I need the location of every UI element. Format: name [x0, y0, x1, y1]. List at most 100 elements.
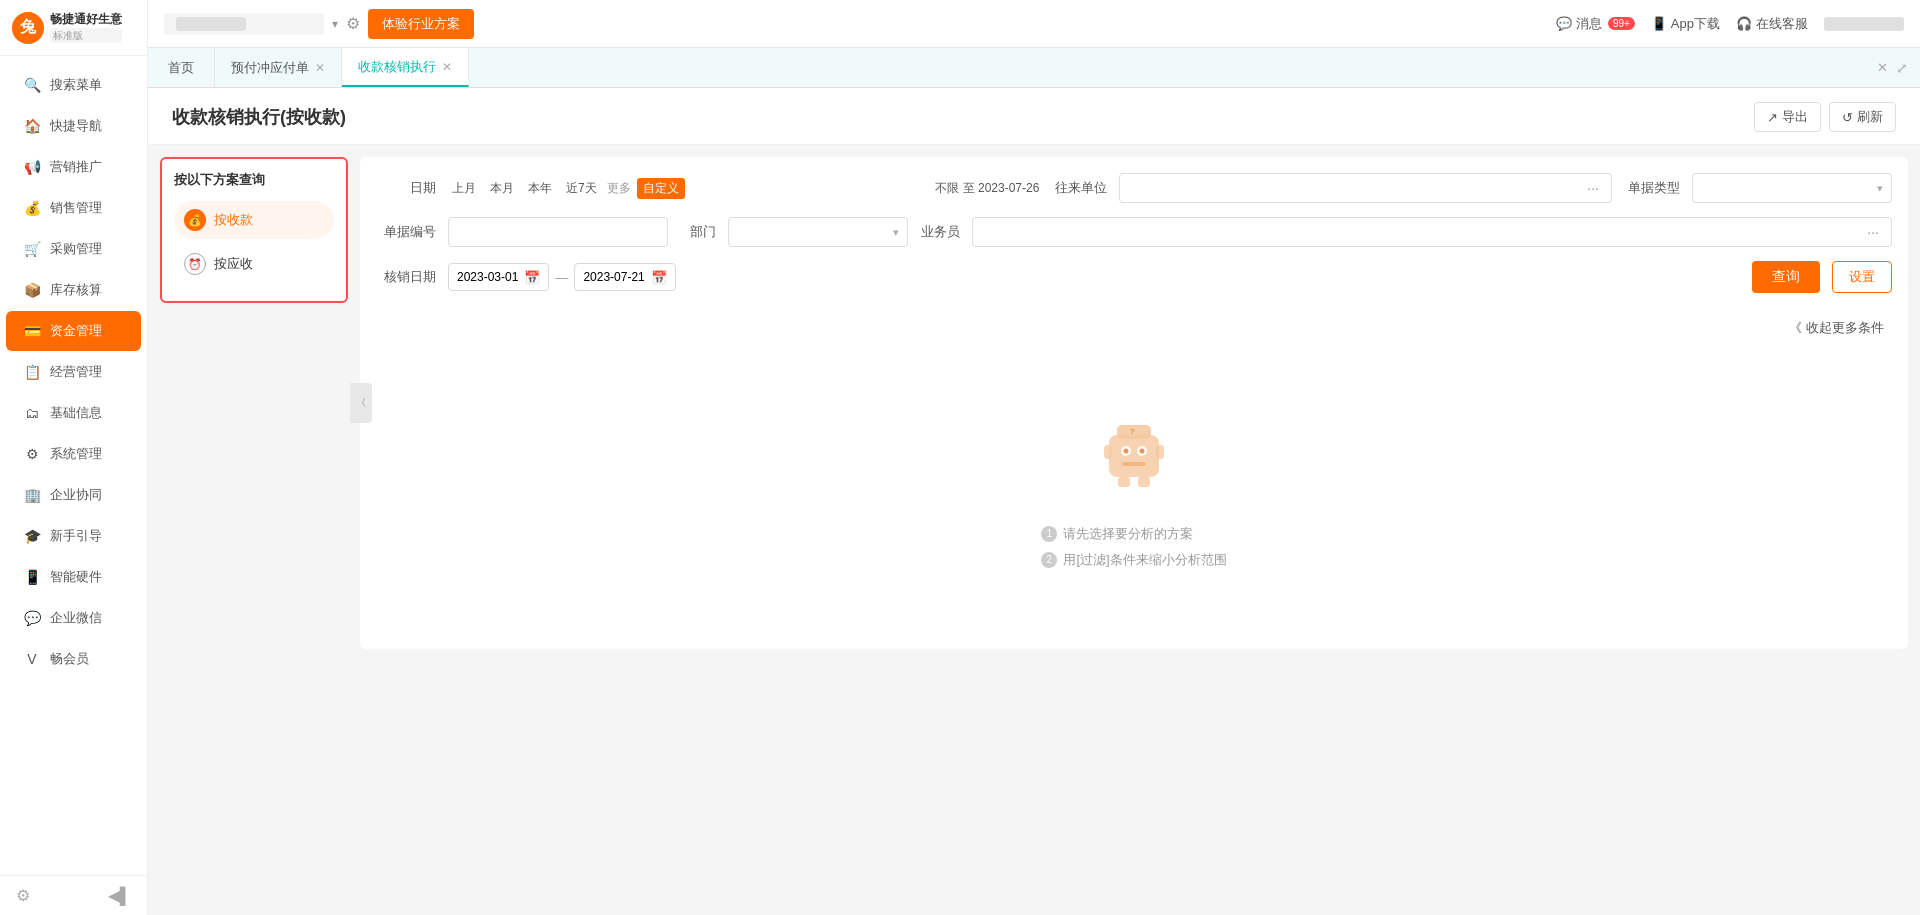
sidebar-item-wechat[interactable]: 💬 企业微信: [6, 598, 141, 638]
sidebar-icon-quick-nav: 🏠: [22, 116, 42, 136]
svg-point-5: [1140, 449, 1145, 454]
tab-expand-icon[interactable]: ⤢: [1896, 60, 1908, 76]
sidebar-logo: 兔 畅捷通好生意 标准版: [0, 0, 147, 56]
date-unlimited-row: 不限 至 2023-07-26: [935, 180, 1040, 197]
shortcut-last-month[interactable]: 上月: [448, 178, 480, 199]
online-service-item[interactable]: 🎧 在线客服: [1736, 15, 1808, 33]
sidebar-item-search-menu[interactable]: 🔍 搜索菜单: [6, 65, 141, 105]
doc-number-field[interactable]: [448, 217, 668, 247]
verify-date-end-value: 2023-07-21: [583, 270, 644, 284]
tip-num-2: 2: [1041, 552, 1057, 568]
sidebar-item-hardware[interactable]: 📱 智能硬件: [6, 557, 141, 597]
doc-type-select[interactable]: ▾: [1692, 173, 1892, 203]
sidebar-label-system: 系统管理: [50, 445, 102, 463]
dropdown-arrow-icon[interactable]: ▾: [332, 17, 338, 31]
message-label: 消息: [1576, 15, 1602, 33]
sidebar-item-finance[interactable]: 💳 资金管理: [6, 311, 141, 351]
export-label: 导出: [1782, 108, 1808, 126]
sidebar-label-wechat: 企业微信: [50, 609, 102, 627]
empty-illustration: ?: [1084, 405, 1184, 505]
sidebar-item-operation[interactable]: 📋 经营管理: [6, 352, 141, 392]
svg-rect-9: [1118, 477, 1130, 487]
staff-ellipsis[interactable]: ···: [1863, 220, 1883, 244]
sidebar-item-system[interactable]: ⚙ 系统管理: [6, 434, 141, 474]
tab-prepay[interactable]: 预付冲应付单 ✕: [215, 48, 342, 87]
app-download-item[interactable]: 📱 App下载: [1651, 15, 1720, 33]
sidebar-label-member: 畅会员: [50, 650, 89, 668]
sidebar-item-marketing[interactable]: 📢 营销推广: [6, 147, 141, 187]
settings-btn[interactable]: 设置: [1832, 261, 1892, 293]
collapse-more-label: 收起更多条件: [1806, 319, 1884, 337]
tab-close-all-icon[interactable]: ✕: [1877, 60, 1888, 75]
tab-collection-label: 收款核销执行: [358, 58, 436, 76]
sidebar-item-guide[interactable]: 🎓 新手引导: [6, 516, 141, 556]
industry-btn[interactable]: 体验行业方案: [368, 9, 474, 39]
tab-collection[interactable]: 收款核销执行 ✕: [342, 48, 469, 87]
svg-point-4: [1124, 449, 1129, 454]
refresh-btn[interactable]: ↺ 刷新: [1829, 102, 1896, 132]
sidebar-item-quick-nav[interactable]: 🏠 快捷导航: [6, 106, 141, 146]
tip-num-1: 1: [1041, 526, 1057, 542]
online-service-label: 在线客服: [1756, 15, 1808, 33]
refresh-icon: ↺: [1842, 110, 1853, 125]
counterparty-ellipsis[interactable]: ···: [1583, 176, 1603, 200]
date-to-label: 至 2023-07-26: [963, 180, 1040, 197]
tabbar-controls: ✕ ⤢: [1865, 48, 1920, 87]
shortcut-more[interactable]: 更多: [607, 180, 631, 197]
export-icon: ↗: [1767, 110, 1778, 125]
message-item[interactable]: 💬 消息 99+: [1556, 15, 1635, 33]
svg-rect-8: [1156, 445, 1164, 459]
filter-panel: 按以下方案查询 💰 按收款 ⏰ 按应收: [160, 157, 348, 303]
sidebar-label-enterprise: 企业协同: [50, 486, 102, 504]
shortcut-this-month[interactable]: 本月: [486, 178, 518, 199]
sidebar-icon-wechat: 💬: [22, 608, 42, 628]
shortcut-custom[interactable]: 自定义: [637, 178, 685, 199]
collapse-row: 《 收起更多条件: [376, 307, 1892, 345]
filter-option-receivable[interactable]: ⏰ 按应收: [174, 245, 334, 283]
verify-date-end-input[interactable]: 2023-07-21 📅: [574, 263, 675, 291]
sidebar-item-member[interactable]: V 畅会员: [6, 639, 141, 679]
sidebar-icon-search-menu: 🔍: [22, 75, 42, 95]
verify-date-end-calendar-icon[interactable]: 📅: [651, 270, 667, 285]
filter-option-collection[interactable]: 💰 按收款: [174, 201, 334, 239]
sidebar-menu: 🔍 搜索菜单 🏠 快捷导航 📢 营销推广 💰 销售管理 🛒 采购管理 📦 库存核…: [0, 56, 147, 875]
tab-prepay-close[interactable]: ✕: [315, 61, 325, 75]
staff-label: 业务员: [920, 223, 960, 241]
message-icon: 💬: [1556, 16, 1572, 31]
staff-field[interactable]: ···: [972, 217, 1892, 247]
dept-select[interactable]: ▾: [728, 217, 908, 247]
sidebar-item-purchase[interactable]: 🛒 采购管理: [6, 229, 141, 269]
sidebar-item-inventory[interactable]: 📦 库存核算: [6, 270, 141, 310]
sidebar-icon-operation: 📋: [22, 362, 42, 382]
account-name-blurred: [176, 17, 246, 31]
tab-collection-close[interactable]: ✕: [442, 60, 452, 74]
shortcut-7days[interactable]: 近7天: [562, 178, 601, 199]
sidebar-item-basic-info[interactable]: 🗂 基础信息: [6, 393, 141, 433]
page-header-actions: ↗ 导出 ↺ 刷新: [1754, 102, 1896, 144]
date-row: 日期 上月 本月 本年 近7天 更多 自定义 不限 至 2023-07-26: [376, 173, 1892, 203]
sidebar-item-enterprise[interactable]: 🏢 企业协同: [6, 475, 141, 515]
verify-date-start-input[interactable]: 2023-03-01 📅: [448, 263, 549, 291]
counterparty-field[interactable]: ···: [1119, 173, 1612, 203]
sidebar-icon-inventory: 📦: [22, 280, 42, 300]
content-area: 按以下方案查询 💰 按收款 ⏰ 按应收 《 日期: [148, 145, 1920, 661]
shortcut-this-year[interactable]: 本年: [524, 178, 556, 199]
sidebar: 兔 畅捷通好生意 标准版 🔍 搜索菜单 🏠 快捷导航 📢 营销推广 💰 销售管理…: [0, 0, 148, 915]
topbar-gear-icon[interactable]: ⚙: [346, 14, 360, 33]
filter-collapse-btn[interactable]: 《: [350, 383, 372, 423]
settings-bottom-icon[interactable]: ⚙: [16, 886, 30, 905]
export-btn[interactable]: ↗ 导出: [1754, 102, 1821, 132]
sidebar-icon-finance: 💳: [22, 321, 42, 341]
query-btn[interactable]: 查询: [1752, 261, 1820, 293]
page-title: 收款核销执行(按收款): [172, 105, 346, 141]
sidebar-icon-enterprise: 🏢: [22, 485, 42, 505]
date-dash: —: [555, 270, 568, 285]
collapse-more-btn[interactable]: 《 收起更多条件: [1781, 311, 1892, 345]
verify-date-range: 2023-03-01 📅 — 2023-07-21 📅: [448, 263, 676, 291]
verify-date-label: 核销日期: [376, 268, 436, 286]
sidebar-item-sales[interactable]: 💰 销售管理: [6, 188, 141, 228]
tip-text-1: 请先选择要分析的方案: [1063, 521, 1193, 547]
verify-date-start-calendar-icon[interactable]: 📅: [524, 270, 540, 285]
collapse-sidebar-icon[interactable]: ◀▌: [108, 886, 131, 905]
tab-home[interactable]: 首页: [148, 48, 215, 87]
